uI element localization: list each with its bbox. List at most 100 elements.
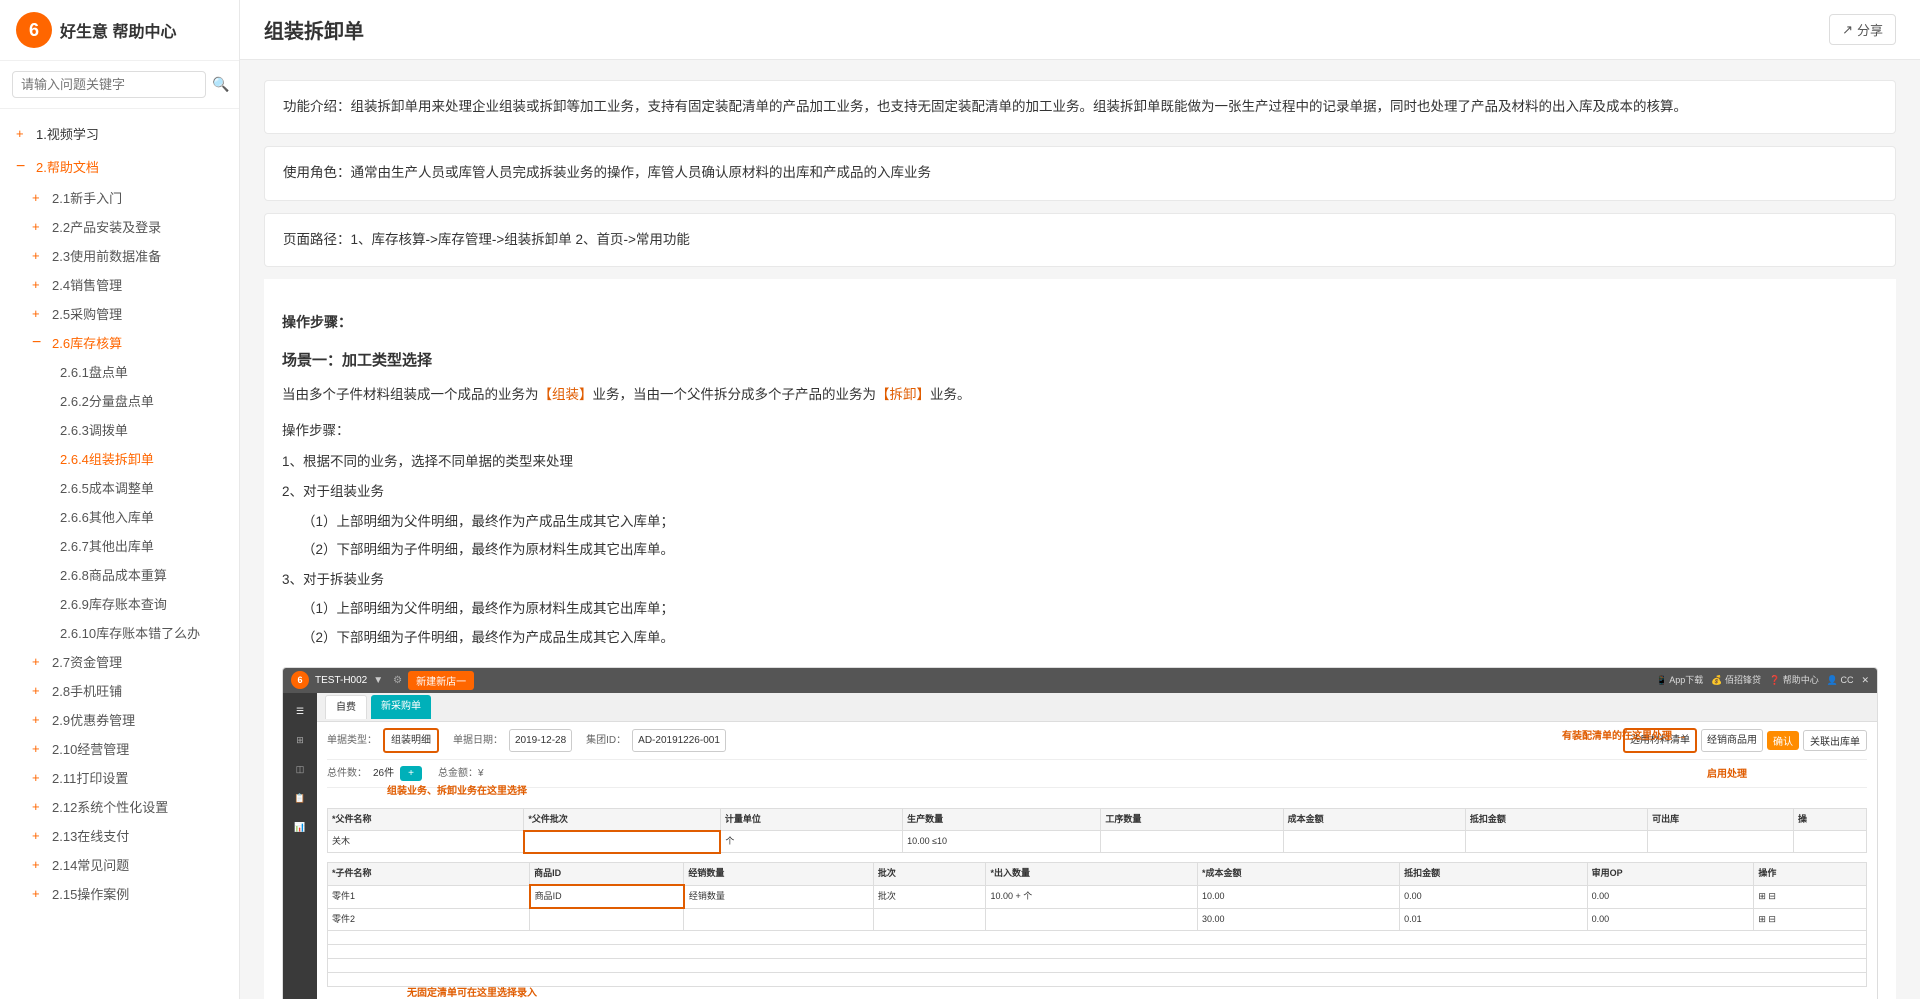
sidebar-item-2_6_4[interactable]: 2.6.4组装拆卸单 [56,444,239,473]
sidebar-item-label: 2.8手机旺铺 [52,681,122,700]
mock-nav-icon-2[interactable]: ⊞ [296,728,304,753]
sidebar-item-2_6_6[interactable]: 2.6.6其他入库单 [56,502,239,531]
sidebar-item-2_3[interactable]: + 2.3使用前数据准备 [28,241,239,270]
logo-icon: 6 [16,12,52,48]
sidebar-item-2_6_5[interactable]: 2.6.5成本调整单 [56,473,239,502]
table-cell: 批次 [873,885,986,908]
table-cell: 30.00 [1198,908,1400,930]
sidebar-item-2_1[interactable]: + 2.1新手入门 [28,183,239,212]
sidebar-item-2_6[interactable]: − 2.6库存核算 [28,328,239,357]
annotation-4-text: 无固定清单可在这里选择录入 [407,984,537,999]
mock-upper-table: *父件名称 *父件批次 计量单位 生产数量 工序数量 成本金额 抵扣金额 [327,808,1867,854]
sidebar-item-2_6_2[interactable]: 2.6.2分量盘点单 [56,386,239,415]
sidebar-item-2_11[interactable]: + 2.11打印设置 [28,763,239,792]
scenario1-title: 场景一：加工类型选择 [282,347,1878,376]
page-title: 组装拆卸单 [264,15,364,44]
mock-groupid-label: 集团ID： [586,731,626,750]
table-row [328,972,1867,986]
mock-add-row-btn[interactable]: + [400,766,422,781]
mock-tab-self[interactable]: 自费 [325,695,367,719]
mock-help: ❓ 帮助中心 [1769,672,1819,689]
scenario1-desc: 当由多个子件材料组装成一个成品的业务为【组装】业务，当由一个父件拆分成多个子产品… [282,382,1878,408]
table-cell: 商品ID [530,885,684,908]
sidebar-item-2_6_7[interactable]: 2.6.7其他出库单 [56,531,239,560]
sidebar-item-2_8[interactable]: + 2.8手机旺铺 [28,676,239,705]
mock-confirm-btn[interactable]: 确认 [1767,731,1799,750]
expand-icon: + [32,248,46,263]
sidebar-item-2_7[interactable]: + 2.7资金管理 [28,647,239,676]
search-input[interactable] [12,71,206,98]
mock-nav-icon-4[interactable]: 📋 [294,786,305,811]
mock-doctype-value[interactable]: 组装明细 [383,728,439,753]
step-3-2: （2）下部明细为子件明细，最终作为产成品生成其它入库单。 [302,625,1878,651]
mock-right-field[interactable]: 经销商品用 [1701,729,1763,752]
mock-table-header: 生产数量 [903,808,1101,831]
table-cell [1465,831,1647,853]
mock-table-header: 操作 [1754,862,1867,885]
table-row [328,944,1867,958]
sidebar-item-label: 2.2产品安装及登录 [52,217,161,236]
mock-link-btn[interactable]: 关联出库单 [1803,730,1867,751]
sidebar-item-2_4[interactable]: + 2.4销售管理 [28,270,239,299]
sidebar-item-2_5[interactable]: + 2.5采购管理 [28,299,239,328]
mock-lower-table: *子件名称 商品ID 经销数量 批次 *出入数量 *成本金额 抵扣金额 [327,862,1867,987]
share-button[interactable]: ↗ 分享 [1829,14,1896,45]
table-cell: 10.00 + 个 [986,885,1198,908]
step-1: 1、根据不同的业务，选择不同单据的类型来处理 [282,449,1878,475]
mock-user: 👤 CC [1827,672,1854,689]
sidebar-item-2_6_3[interactable]: 2.6.3调拨单 [56,415,239,444]
sidebar-item-2_6_9[interactable]: 2.6.9库存账本查询 [56,589,239,618]
table-cell: 个 [720,831,902,853]
mock-nav-icon-1[interactable]: ☰ [296,699,304,724]
sidebar-item-2_15[interactable]: + 2.15操作案例 [28,879,239,908]
sidebar-item-label: 2.13在线支付 [52,826,129,845]
sidebar-item-2_2[interactable]: + 2.2产品安装及登录 [28,212,239,241]
sidebar-item-2_14[interactable]: + 2.14常见问题 [28,850,239,879]
mock-table-header: 成本金额 [1283,808,1465,831]
sidebar-item-docs[interactable]: − 2.帮助文档 [0,150,239,183]
sidebar-item-label: 1.视频学习 [36,124,99,143]
table-row [328,958,1867,972]
sidebar-item-label: 2.6库存核算 [52,333,122,352]
search-box: 🔍 [0,61,239,109]
table-cell [1793,831,1866,853]
mock-close[interactable]: ✕ [1861,672,1869,689]
sidebar-item-2_10[interactable]: + 2.10经营管理 [28,734,239,763]
mock-table-header: *子件名称 [328,862,530,885]
sidebar-item-2_9[interactable]: + 2.9优惠券管理 [28,705,239,734]
sidebar-item-label: 2.6.10库存账本错了么办 [60,623,200,642]
mock-table-header: 经销数量 [684,862,874,885]
sidebar-item-2_6_10[interactable]: 2.6.10库存账本错了么办 [56,618,239,647]
sidebar-item-2_6_1[interactable]: 2.6.1盘点单 [56,357,239,386]
sidebar-item-2_13[interactable]: + 2.13在线支付 [28,821,239,850]
sidebar-item-2_12[interactable]: + 2.12系统个性化设置 [28,792,239,821]
mock-add-btn[interactable]: 新建新店一 [408,671,474,690]
mock-table-header: 工序数量 [1101,808,1283,831]
table-cell [684,908,874,930]
mock-count-label: 总件数： [327,764,367,783]
annotation-2-text: 组装业务、拆卸业务在这里选择 [387,782,527,801]
docs-subnav: + 2.1新手入门 + 2.2产品安装及登录 + 2.3使用前数据准备 + 2.… [0,183,239,908]
search-icon[interactable]: 🔍 [212,76,229,93]
sidebar-item-video[interactable]: + 1.视频学习 [0,117,239,150]
sidebar-item-label: 2.6.1盘点单 [60,362,128,381]
table-cell: 零件2 [328,908,530,930]
expand-icon: + [32,306,46,321]
step-2: 2、对于组装业务 [282,479,1878,505]
mock-date-label: 单据日期： [453,731,503,750]
sidebar-item-label: 2.14常见问题 [52,855,129,874]
mock-count-value: 26件 [373,764,394,783]
mock-table-header: 审用OP [1587,862,1754,885]
mock-nav-icon-3[interactable]: ◫ [296,757,305,782]
mock-company: TEST-H002 [315,671,367,690]
expand-icon: + [32,712,46,727]
sidebar-item-label: 2.6.2分量盘点单 [60,391,154,410]
expand-icon: + [32,219,46,234]
sidebar-header: 6 好生意 帮助中心 [0,0,239,61]
table-cell [524,831,720,853]
table-cell: 0.00 [1587,908,1754,930]
annotation-3-text: 启用处理 [1707,765,1747,784]
mock-nav-icon-5[interactable]: 📊 [294,815,305,840]
sidebar-item-2_6_8[interactable]: 2.6.8商品成本重算 [56,560,239,589]
mock-tab-purchase[interactable]: 新采购单 [371,695,431,719]
